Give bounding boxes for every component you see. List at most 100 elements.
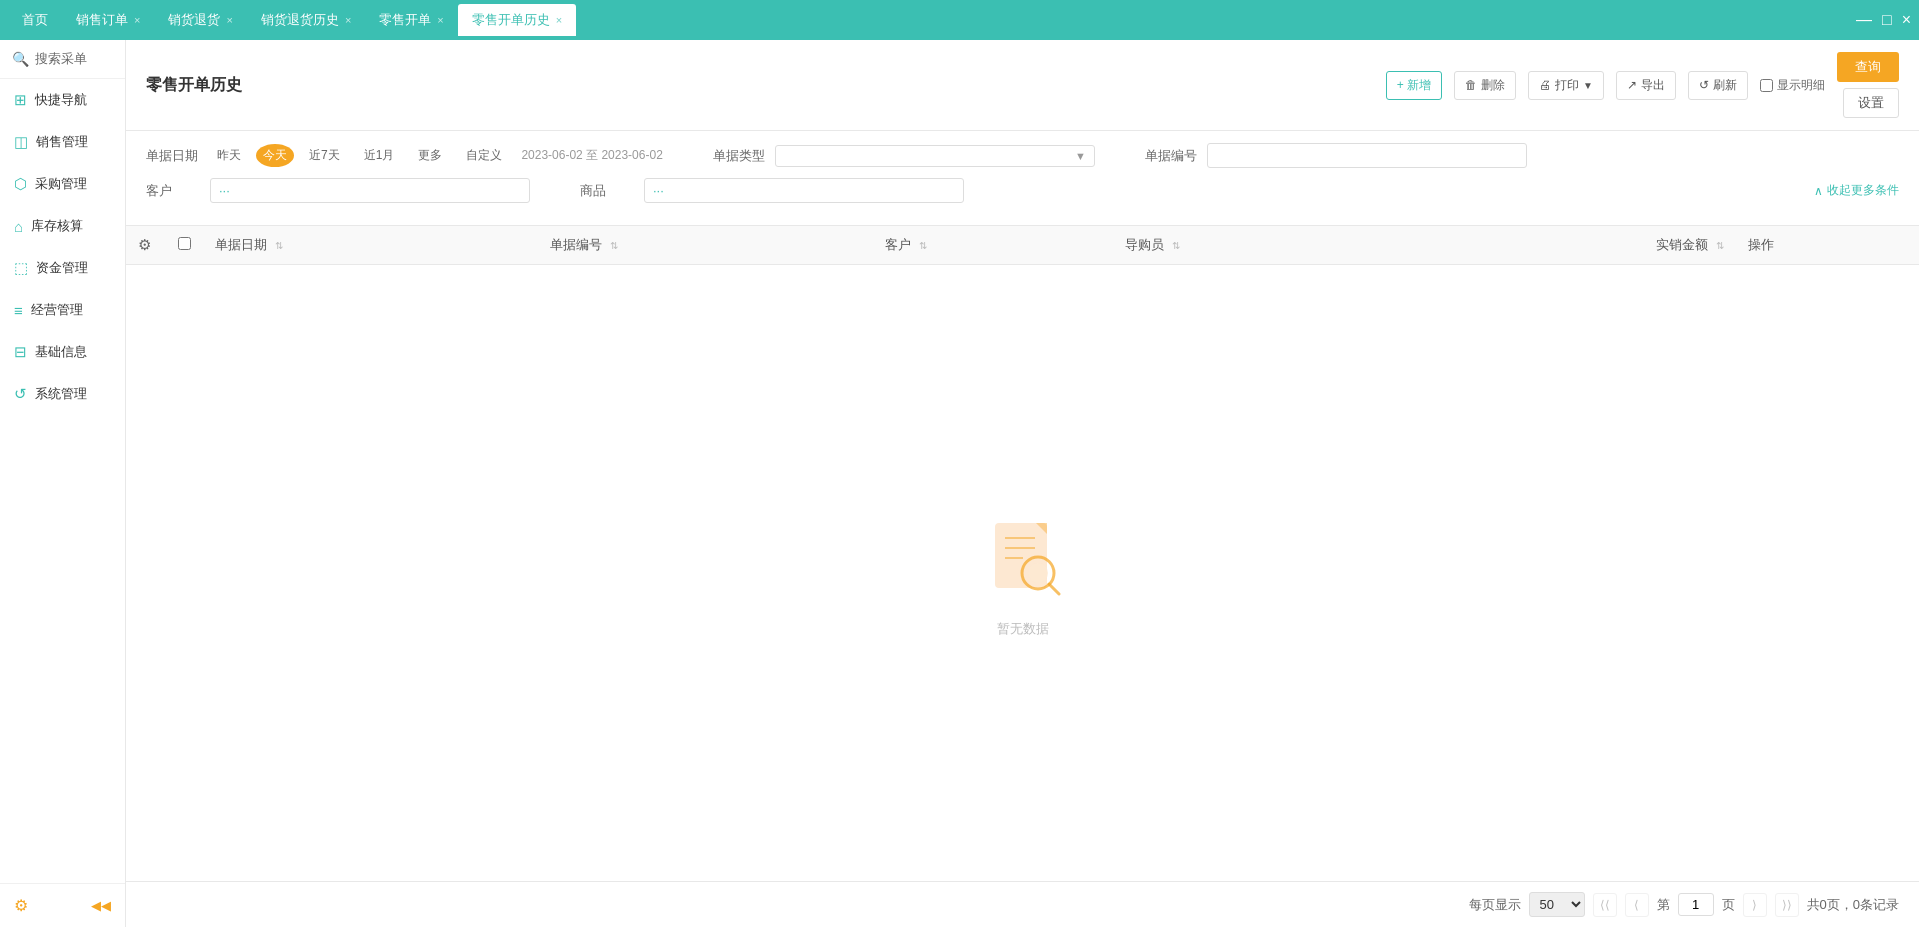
customer-label: 客户: [146, 182, 172, 200]
tab-close-retail-open-history[interactable]: ×: [556, 14, 562, 26]
total-info: 共0页，0条记录: [1807, 896, 1899, 914]
minimize-icon[interactable]: □: [1882, 11, 1892, 29]
more-btn[interactable]: 更多: [409, 144, 451, 167]
collapse-btn[interactable]: ∧ 收起更多条件: [1814, 182, 1899, 199]
print-button[interactable]: 🖨 打印 ▼: [1528, 71, 1604, 100]
bill-type-label: 单据类型: [713, 147, 765, 165]
bill-type-arrow-icon: ▼: [1075, 150, 1086, 162]
last-month-btn[interactable]: 近1月: [355, 144, 404, 167]
sidebar-item-system[interactable]: ↺ 系统管理: [0, 373, 125, 415]
tab-close-sales-return[interactable]: ×: [226, 14, 232, 26]
tab-sales-return-history[interactable]: 销货退货历史 ×: [247, 4, 365, 36]
table-header-row: ⚙ 单据日期 ⇅ 单据编号 ⇅: [126, 226, 1919, 265]
sidebar-search[interactable]: 🔍 搜索采单: [0, 40, 125, 79]
sidebar-item-base[interactable]: ⊟ 基础信息: [0, 331, 125, 373]
purchase-icon: ⬡: [14, 175, 27, 193]
sidebar-item-inventory[interactable]: ⌂ 库存核算: [0, 205, 125, 247]
settings-bottom-icon[interactable]: ⚙: [14, 896, 28, 915]
maximize-icon[interactable]: ×: [1902, 11, 1911, 29]
sales-icon: ◫: [14, 133, 28, 151]
last-page-btn[interactable]: ⟩⟩: [1775, 893, 1799, 917]
sidebar-item-shortcut[interactable]: ⊞ 快捷导航: [0, 79, 125, 121]
tab-sales-order[interactable]: 销售订单 ×: [62, 4, 154, 36]
goods-dots: ···: [653, 183, 664, 198]
tab-home[interactable]: 首页: [8, 4, 62, 36]
table-container: ⚙ 单据日期 ⇅ 单据编号 ⇅: [126, 226, 1919, 927]
today-btn[interactable]: 今天: [256, 144, 294, 167]
col-header-no: 单据编号 ⇅: [538, 226, 873, 265]
tab-retail-open-history[interactable]: 零售开单历史 ×: [458, 4, 576, 36]
date-label: 单据日期: [146, 147, 198, 165]
table-settings-icon[interactable]: ⚙: [138, 236, 151, 253]
select-all-checkbox[interactable]: [178, 237, 191, 250]
date-sort-icon[interactable]: ⇅: [275, 240, 283, 251]
delete-button[interactable]: 🗑 删除: [1454, 71, 1516, 100]
filter-row-1: 单据日期 昨天 今天 近7天 近1月 更多 自定义 2023-06-02 至 2…: [146, 143, 1899, 168]
base-icon: ⊟: [14, 343, 27, 361]
settings-button[interactable]: 设置: [1843, 88, 1899, 118]
bill-no-input[interactable]: [1207, 143, 1527, 168]
export-button[interactable]: ↗ 导出: [1616, 71, 1676, 100]
page-title: 零售开单历史: [146, 75, 242, 96]
col-header-date: 单据日期 ⇅: [203, 226, 538, 265]
col-header-action: 操作: [1736, 226, 1919, 265]
add-button[interactable]: + 新增: [1386, 71, 1442, 100]
page-suffix: 页: [1722, 896, 1735, 914]
svg-point-5: [1028, 563, 1048, 583]
svg-line-6: [1049, 584, 1059, 594]
tab-bar: 首页 销售订单 × 销货退货 × 销货退货历史 × 零售开单 × 零售开单历史 …: [0, 0, 1919, 40]
query-button[interactable]: 查询: [1837, 52, 1899, 82]
per-page-label: 每页显示: [1469, 896, 1521, 914]
no-sort-icon[interactable]: ⇅: [610, 240, 618, 251]
yesterday-btn[interactable]: 昨天: [208, 144, 250, 167]
customer-select[interactable]: ···: [210, 178, 530, 203]
sidebar-bottom: ⚙ ◀◀: [0, 883, 125, 927]
page-label: 第: [1657, 896, 1670, 914]
data-table: ⚙ 单据日期 ⇅ 单据编号 ⇅: [126, 226, 1919, 265]
content-area: 零售开单历史 + 新增 🗑 删除 🖨 打印 ▼ ↗ 导出 ↺: [126, 40, 1919, 927]
display-detail-checkbox[interactable]: 显示明细: [1760, 77, 1825, 94]
empty-text: 暂无数据: [997, 620, 1049, 638]
tab-close-sales-order[interactable]: ×: [134, 14, 140, 26]
system-icon: ↺: [14, 385, 27, 403]
per-page-select[interactable]: 50 20 100: [1529, 892, 1585, 917]
tab-close-sales-return-history[interactable]: ×: [345, 14, 351, 26]
amount-sort-icon[interactable]: ⇅: [1716, 240, 1724, 251]
print-icon: 🖨: [1539, 78, 1551, 92]
page-input[interactable]: [1678, 893, 1714, 916]
goods-label: 商品: [580, 182, 606, 200]
bill-type-select[interactable]: ▼: [775, 145, 1095, 167]
display-detail-input[interactable]: [1760, 79, 1773, 92]
toolbar: + 新增 🗑 删除 🖨 打印 ▼ ↗ 导出 ↺ 刷新: [1386, 52, 1899, 118]
tab-close-retail-open[interactable]: ×: [437, 14, 443, 26]
inventory-icon: ⌂: [14, 218, 23, 235]
shortcut-icon: ⊞: [14, 91, 27, 109]
sidebar-item-sales[interactable]: ◫ 销售管理: [0, 121, 125, 163]
customer-sort-icon[interactable]: ⇅: [919, 240, 927, 251]
collapse-sidebar-icon[interactable]: ◀◀: [91, 898, 111, 913]
custom-btn[interactable]: 自定义: [457, 144, 511, 167]
tab-bar-right: — □ ×: [1856, 11, 1911, 29]
sidebar-item-finance[interactable]: ⬚ 资金管理: [0, 247, 125, 289]
operation-icon: ≡: [14, 302, 23, 319]
guide-sort-icon[interactable]: ⇅: [1172, 240, 1180, 251]
bill-no-label: 单据编号: [1145, 147, 1197, 165]
delete-icon: 🗑: [1465, 78, 1477, 92]
prev-page-btn[interactable]: ⟨: [1625, 893, 1649, 917]
goods-select[interactable]: ···: [644, 178, 964, 203]
sidebar-item-operation[interactable]: ≡ 经营管理: [0, 289, 125, 331]
tab-retail-open[interactable]: 零售开单 ×: [365, 4, 457, 36]
tab-sales-return[interactable]: 销货退货 ×: [154, 4, 246, 36]
col-header-guide: 导购员 ⇅: [1113, 226, 1401, 265]
date-range-display: 2023-06-02 至 2023-06-02: [521, 147, 662, 164]
last7-btn[interactable]: 近7天: [300, 144, 349, 167]
refresh-button[interactable]: ↺ 刷新: [1688, 71, 1748, 100]
close-window-icon[interactable]: —: [1856, 11, 1872, 29]
header-right-btns: 查询 设置: [1837, 52, 1899, 118]
customer-dots: ···: [219, 183, 230, 198]
sidebar-item-purchase[interactable]: ⬡ 采购管理: [0, 163, 125, 205]
next-page-btn[interactable]: ⟩: [1743, 893, 1767, 917]
first-page-btn[interactable]: ⟨⟨: [1593, 893, 1617, 917]
filter-row-2: 客户 ··· 商品 ··· ∧ 收起更多条件: [146, 178, 1899, 203]
col-header-amount: 实销金额 ⇅: [1401, 226, 1736, 265]
